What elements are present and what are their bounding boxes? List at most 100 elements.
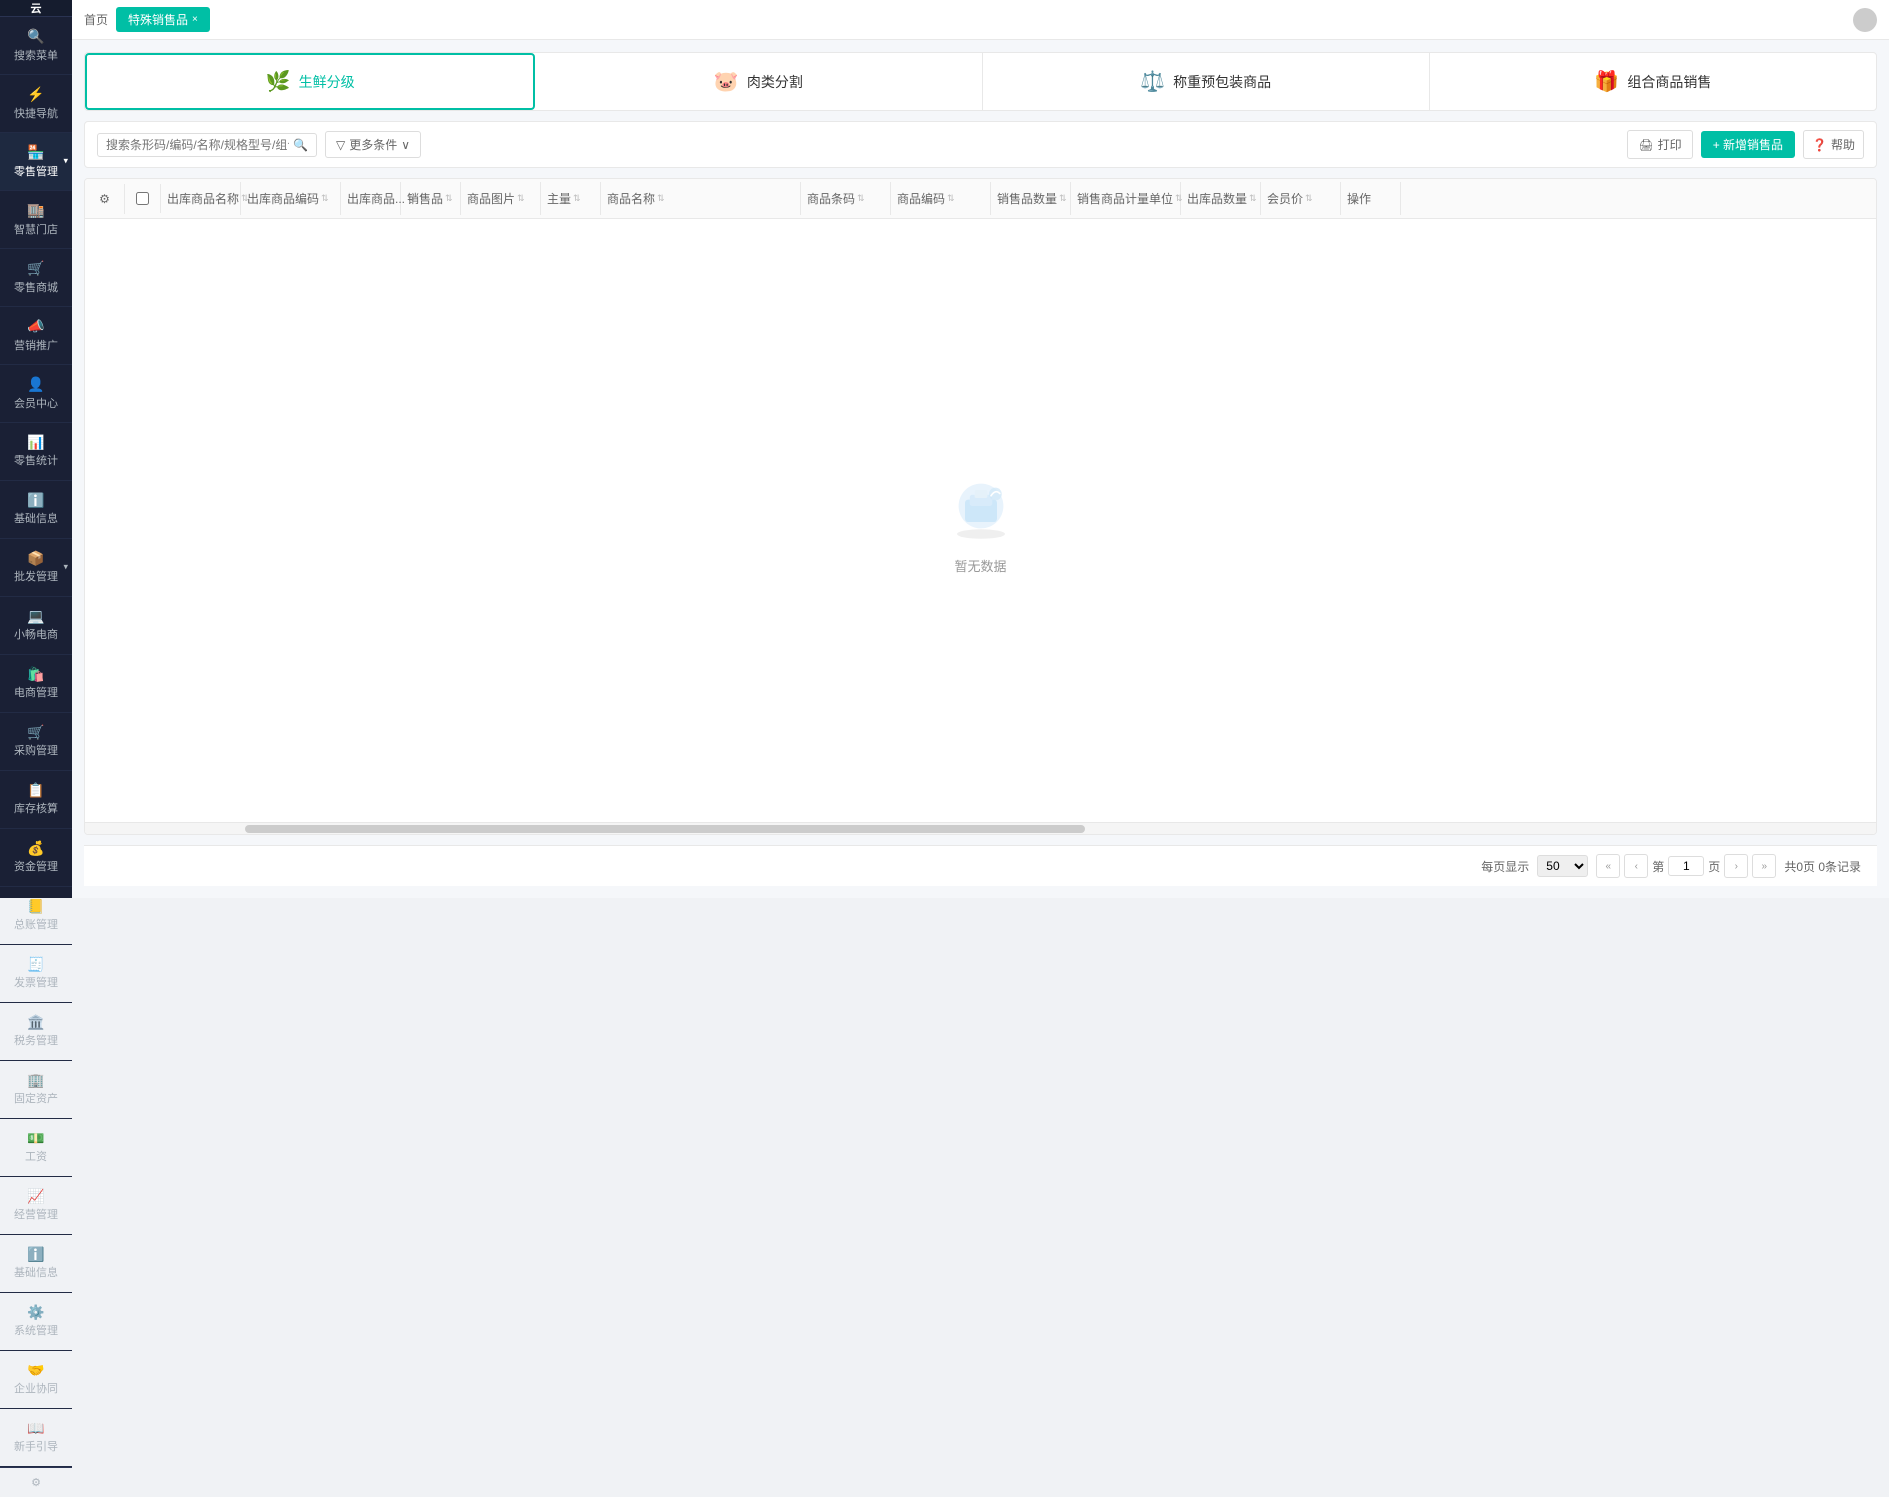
next-page-button[interactable]: ›	[1724, 854, 1748, 878]
sort-icon[interactable]: ⇅	[445, 193, 453, 204]
tab-close-icon[interactable]: ×	[192, 14, 198, 25]
sidebar-item-search-menu[interactable]: 🔍 搜索菜单	[0, 17, 72, 75]
table-body: 暂无数据	[85, 219, 1876, 822]
weight-prepack-icon: ⚖️	[1140, 69, 1165, 94]
sidebar-item-basic-info2[interactable]: ℹ️ 基础信息	[0, 1235, 72, 1293]
th-out-product-code: 出库商品编码 ⇅	[241, 182, 341, 215]
pagination-bar: 每页显示 50 10 20 100 « ‹ 第 页 › » 共0页 0条记录	[84, 845, 1877, 886]
sidebar-item-wholesale-mgmt[interactable]: 📦 批发管理	[0, 539, 72, 597]
sidebar-item-invoice-mgmt[interactable]: 🧾 发票管理	[0, 945, 72, 1003]
sidebar-item-member-center[interactable]: 👤 会员中心	[0, 365, 72, 423]
sort-icon[interactable]: ⇅	[573, 193, 581, 204]
th-sale-product: 销售品 ⇅	[401, 182, 461, 215]
sort-icon[interactable]: ⇅	[1305, 193, 1313, 204]
system-mgmt-icon: ⚙️	[4, 1303, 68, 1323]
th-main-weight: 主量 ⇅	[541, 182, 601, 215]
help-button[interactable]: ❓ 帮助	[1803, 130, 1864, 159]
th-checkbox[interactable]	[125, 184, 161, 213]
sidebar-item-payroll[interactable]: 💵 工资	[0, 1119, 72, 1177]
sidebar-item-purchase-mgmt[interactable]: 🛒 采购管理	[0, 713, 72, 771]
sidebar-item-retail-mall[interactable]: 🛒 零售商城	[0, 249, 72, 307]
stock-check-icon: 📋	[4, 781, 68, 801]
per-page-label: 每页显示	[1481, 858, 1529, 875]
print-icon: 🖨	[1638, 138, 1653, 152]
search-input[interactable]	[106, 138, 289, 152]
sidebar-settings[interactable]: ⚙	[0, 1467, 72, 1497]
search-box[interactable]: 🔍	[97, 133, 317, 157]
sales-promo-icon: 📣	[4, 317, 68, 337]
fresh-grade-icon: 🌿	[266, 69, 291, 94]
sidebar-item-general-ledger[interactable]: 📒 总账管理	[0, 887, 72, 945]
toolbar: 🔍 ▽ 更多条件 ∨ 🖨 打印 + 新增销售品 ❓ 帮助	[84, 121, 1877, 168]
page-area: 🌿 生鲜分级 🐷 肉类分割 ⚖️ 称重预包装商品 🎁 组合商品销售 🔍	[72, 40, 1889, 898]
sidebar-item-finance-mgmt[interactable]: 💰 资金管理	[0, 829, 72, 887]
total-records: 共0页 0条记录	[1784, 858, 1861, 875]
sidebar-item-fixed-assets[interactable]: 🏢 固定资产	[0, 1061, 72, 1119]
page-label-prefix: 第	[1652, 858, 1664, 875]
retail-mgmt-icon: 🏪	[4, 143, 68, 163]
sidebar-item-stock-check[interactable]: 📋 库存核算	[0, 771, 72, 829]
category-tabs: 🌿 生鲜分级 🐷 肉类分割 ⚖️ 称重预包装商品 🎁 组合商品销售	[84, 52, 1877, 111]
th-member-price: 会员价 ⇅	[1261, 182, 1341, 215]
select-all-checkbox[interactable]	[136, 192, 149, 205]
sidebar-item-system-mgmt[interactable]: ⚙️ 系统管理	[0, 1293, 72, 1351]
member-center-icon: 👤	[4, 375, 68, 395]
sidebar-item-retail-stats[interactable]: 📊 零售统计	[0, 423, 72, 481]
sort-icon[interactable]: ⇅	[657, 193, 665, 204]
meat-cut-icon: 🐷	[714, 69, 739, 94]
general-ledger-icon: 📒	[4, 897, 68, 917]
page-number-input[interactable]	[1668, 856, 1704, 876]
retail-stats-icon: 📊	[4, 433, 68, 453]
purchase-mgmt-icon: 🛒	[4, 723, 68, 743]
sidebar-item-mini-ecom[interactable]: 💻 小畅电商	[0, 597, 72, 655]
last-page-button[interactable]: »	[1752, 854, 1776, 878]
quick-nav-icon: ⚡	[4, 85, 68, 105]
page-label-suffix: 页	[1708, 858, 1720, 875]
search-menu-icon: 🔍	[4, 27, 68, 47]
data-table: ⚙ 出库商品名称 ⇅ 出库商品编码 ⇅ 出库商品... ⇅ 销售品	[84, 178, 1877, 835]
sort-icon[interactable]: ⇅	[1249, 193, 1257, 204]
th-product-name: 商品名称 ⇅	[601, 182, 801, 215]
sidebar-item-basic-info[interactable]: ℹ️ 基础信息	[0, 481, 72, 539]
sort-icon[interactable]: ⇅	[1059, 193, 1067, 204]
user-avatar[interactable]	[1853, 8, 1877, 32]
sort-icon[interactable]: ⇅	[947, 193, 955, 204]
empty-text: 暂无数据	[954, 556, 1006, 575]
per-page-select[interactable]: 50 10 20 100	[1537, 855, 1588, 877]
scrollbar-thumb[interactable]	[245, 825, 1085, 833]
topbar: 首页 特殊销售品 ×	[72, 0, 1889, 40]
sidebar-item-smart-store[interactable]: 🏬 智慧门店	[0, 191, 72, 249]
sort-icon[interactable]: ⇅	[857, 193, 865, 204]
sidebar-item-tax-mgmt[interactable]: 🏛️ 税务管理	[0, 1003, 72, 1061]
toolbar-right: 🖨 打印 + 新增销售品 ❓ 帮助	[1627, 130, 1864, 159]
horizontal-scrollbar[interactable]	[85, 822, 1876, 834]
cat-tab-weight-prepack[interactable]: ⚖️ 称重预包装商品	[983, 53, 1430, 110]
sort-icon[interactable]: ⇅	[321, 193, 329, 204]
mini-ecom-icon: 💻	[4, 607, 68, 627]
sidebar-item-operation-mgmt[interactable]: 📈 经营管理	[0, 1177, 72, 1235]
prev-page-button[interactable]: ‹	[1624, 854, 1648, 878]
cat-tab-meat-cut[interactable]: 🐷 肉类分割	[535, 53, 982, 110]
cat-tab-combo-sale[interactable]: 🎁 组合商品销售	[1430, 53, 1876, 110]
print-button[interactable]: 🖨 打印	[1627, 130, 1692, 159]
sort-icon[interactable]: ⇅	[517, 193, 525, 204]
sidebar-item-retail-mgmt[interactable]: 🏪 零售管理	[0, 133, 72, 191]
th-out-product-x: 出库商品... ⇅	[341, 182, 401, 215]
sidebar-item-sales-promo[interactable]: 📣 营销推广	[0, 307, 72, 365]
smart-store-icon: 🏬	[4, 201, 68, 221]
th-settings[interactable]: ⚙	[85, 184, 125, 214]
first-page-button[interactable]: «	[1596, 854, 1620, 878]
sidebar-item-ecom-mgmt[interactable]: 🛍️ 电商管理	[0, 655, 72, 713]
filter-button[interactable]: ▽ 更多条件 ∨	[325, 131, 421, 158]
add-sale-product-button[interactable]: + 新增销售品	[1701, 131, 1795, 158]
sidebar-item-new-guide[interactable]: 📖 新手引导	[0, 1409, 72, 1467]
active-tab[interactable]: 特殊销售品 ×	[116, 7, 210, 32]
sidebar-item-corp-agreement[interactable]: 🤝 企业协同	[0, 1351, 72, 1409]
retail-mall-icon: 🛒	[4, 259, 68, 279]
sidebar-item-quick-nav[interactable]: ⚡ 快捷导航	[0, 75, 72, 133]
operation-mgmt-icon: 📈	[4, 1187, 68, 1207]
th-sale-qty: 销售品数量 ⇅	[991, 182, 1071, 215]
payroll-icon: 💵	[4, 1129, 68, 1149]
home-link[interactable]: 首页	[84, 11, 108, 28]
cat-tab-fresh-grade[interactable]: 🌿 生鲜分级	[85, 53, 535, 110]
